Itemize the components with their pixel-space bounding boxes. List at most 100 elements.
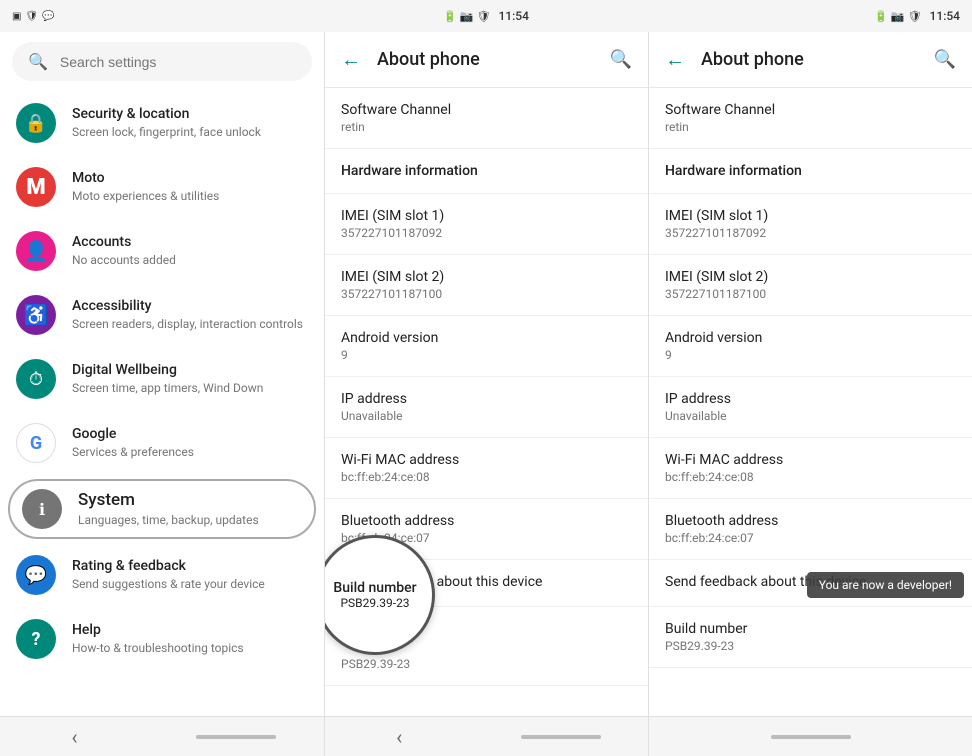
info-build-2[interactable]: Build number PSB29.39-23 xyxy=(649,607,972,668)
info-imei1-value-2: 357227101187092 xyxy=(665,226,956,240)
settings-item-security[interactable]: 🔒 Security & location Screen lock, finge… xyxy=(0,91,324,155)
info-wifi-1[interactable]: Wi-Fi MAC address bc:ff:eb:24:ce:08 xyxy=(325,438,648,499)
bottom-nav-panel-1: ‹ xyxy=(325,716,648,756)
info-android-1[interactable]: Android version 9 xyxy=(325,316,648,377)
info-software-channel-2[interactable]: Software Channel retin xyxy=(649,88,972,149)
settings-item-accounts[interactable]: 👤 Accounts No accounts added xyxy=(0,219,324,283)
moto-title: Moto xyxy=(72,169,308,187)
info-imei1-title-1: IMEI (SIM slot 1) xyxy=(341,208,632,224)
settings-item-moto[interactable]: M Moto Moto experiences & utilities xyxy=(0,155,324,219)
rating-icon: 💬 xyxy=(16,555,56,595)
info-wifi-title-2: Wi-Fi MAC address xyxy=(665,452,956,468)
info-build-value-1: PSB29.39-23 xyxy=(341,657,632,671)
panel-header-2: ← About phone 🔍 xyxy=(649,32,972,88)
moto-subtitle: Moto experiences & utilities xyxy=(72,189,308,205)
hardware-heading-1: Hardware information xyxy=(325,149,648,194)
info-ip-title-1: IP address xyxy=(341,391,632,407)
toast-developer: You are now a developer! xyxy=(807,572,964,598)
info-wifi-2[interactable]: Wi-Fi MAC address bc:ff:eb:24:ce:08 xyxy=(649,438,972,499)
info-ip-value-2: Unavailable xyxy=(665,409,956,423)
info-imei2-2[interactable]: IMEI (SIM slot 2) 357227101187100 xyxy=(649,255,972,316)
nav-back-panel-1[interactable]: ‹ xyxy=(372,721,426,753)
info-bt-title-1: Bluetooth address xyxy=(341,513,632,529)
bottom-nav-panel-2 xyxy=(649,716,972,756)
info-wifi-title-1: Wi-Fi MAC address xyxy=(341,452,632,468)
settings-item-help[interactable]: ? Help How-to & troubleshooting topics xyxy=(0,607,324,671)
status-shield-mid: 🛡 xyxy=(476,10,490,23)
status-icon-doc: ▣ xyxy=(12,11,21,22)
info-android-2[interactable]: Android version 9 xyxy=(649,316,972,377)
info-software-value-2: retin xyxy=(665,120,956,134)
about-panel-1: ← About phone 🔍 Software Channel retin H… xyxy=(325,32,649,756)
search-icon-panel-2[interactable]: 🔍 xyxy=(934,49,956,70)
info-build-value-2: PSB29.39-23 xyxy=(665,639,956,653)
search-input[interactable] xyxy=(60,54,296,70)
search-bar[interactable]: 🔍 xyxy=(12,42,312,81)
search-icon-panel-1[interactable]: 🔍 xyxy=(610,49,632,70)
status-icon-shield: 🛡 xyxy=(25,11,38,22)
info-software-value-1: retin xyxy=(341,120,632,134)
status-icons-mid: 🔋 📷 🛡 xyxy=(443,10,490,23)
system-title: System xyxy=(78,489,302,511)
info-android-title-1: Android version xyxy=(341,330,632,346)
info-bt-2[interactable]: Bluetooth address bc:ff:eb:24:ce:07 xyxy=(649,499,972,560)
info-android-title-2: Android version xyxy=(665,330,956,346)
google-subtitle: Services & preferences xyxy=(72,445,308,461)
accounts-title: Accounts xyxy=(72,233,308,251)
accounts-icon: 👤 xyxy=(16,231,56,271)
help-subtitle: How-to & troubleshooting topics xyxy=(72,641,308,657)
status-shield-right: 🛡 xyxy=(908,10,922,23)
info-send-feedback-2[interactable]: Send feedback about this device You are … xyxy=(649,560,972,607)
back-arrow-2[interactable]: ← xyxy=(665,47,685,72)
system-icon: ℹ xyxy=(22,489,62,529)
settings-item-system-wrapper: ℹ System Languages, time, backup, update… xyxy=(0,479,324,539)
panels-container: ← About phone 🔍 Software Channel retin H… xyxy=(325,32,972,756)
info-imei1-1[interactable]: IMEI (SIM slot 1) 357227101187092 xyxy=(325,194,648,255)
info-ip-2[interactable]: IP address Unavailable xyxy=(649,377,972,438)
info-software-channel-1[interactable]: Software Channel retin xyxy=(325,88,648,149)
info-imei2-title-2: IMEI (SIM slot 2) xyxy=(665,269,956,285)
settings-item-accessibility[interactable]: ♿ Accessibility Screen readers, display,… xyxy=(0,283,324,347)
info-send-feedback-1[interactable]: Send feedback about this device Build nu… xyxy=(325,560,648,607)
status-icons-right: 🔋 📷 🛡 xyxy=(874,10,921,23)
panel-content-1: Software Channel retin Hardware informat… xyxy=(325,88,648,716)
nav-back[interactable]: ‹ xyxy=(47,721,101,753)
google-icon: G xyxy=(16,423,56,463)
info-wifi-value-1: bc:ff:eb:24:ce:08 xyxy=(341,470,632,484)
settings-item-rating[interactable]: 💬 Rating & feedback Send suggestions & r… xyxy=(0,543,324,607)
status-battery-mid: 🔋 xyxy=(443,10,457,23)
info-wifi-value-2: bc:ff:eb:24:ce:08 xyxy=(665,470,956,484)
info-imei2-value-2: 357227101187100 xyxy=(665,287,956,301)
status-time-right: 11:54 xyxy=(930,9,960,23)
rating-subtitle: Send suggestions & rate your device xyxy=(72,577,308,593)
back-arrow-1[interactable]: ← xyxy=(341,47,361,72)
bottom-nav: ‹ xyxy=(0,716,324,756)
help-icon: ? xyxy=(16,619,56,659)
status-left: ▣ 🛡 💬 xyxy=(0,11,328,22)
status-center: 🔋 📷 🛡 11:54 xyxy=(328,9,644,23)
info-imei1-2[interactable]: IMEI (SIM slot 1) 357227101187092 xyxy=(649,194,972,255)
status-bar: ▣ 🛡 💬 🔋 📷 🛡 11:54 🔋 📷 🛡 11:54 xyxy=(0,0,972,32)
settings-list: 🔒 Security & location Screen lock, finge… xyxy=(0,91,324,716)
settings-item-system[interactable]: ℹ System Languages, time, backup, update… xyxy=(8,479,316,539)
info-build-title-2: Build number xyxy=(665,621,956,637)
nav-indicator-p2 xyxy=(771,735,851,739)
about-panel-2: ← About phone 🔍 Software Channel retin H… xyxy=(649,32,972,756)
build-circle-title-1: Build number xyxy=(333,580,416,596)
info-ip-1[interactable]: IP address Unavailable xyxy=(325,377,648,438)
panel-title-1: About phone xyxy=(377,49,610,70)
system-subtitle: Languages, time, backup, updates xyxy=(78,513,302,529)
info-imei2-1[interactable]: IMEI (SIM slot 2) 357227101187100 xyxy=(325,255,648,316)
info-imei2-value-1: 357227101187100 xyxy=(341,287,632,301)
rating-title: Rating & feedback xyxy=(72,557,308,575)
info-ip-title-2: IP address xyxy=(665,391,956,407)
security-title: Security & location xyxy=(72,105,308,123)
settings-item-google[interactable]: G Google Services & preferences xyxy=(0,411,324,475)
help-title: Help xyxy=(72,621,308,639)
main-content: 🔍 🔒 Security & location Screen lock, fin… xyxy=(0,32,972,756)
google-title: Google xyxy=(72,425,308,443)
panel-content-2: Software Channel retin Hardware informat… xyxy=(649,88,972,716)
settings-item-digital[interactable]: ⏱ Digital Wellbeing Screen time, app tim… xyxy=(0,347,324,411)
info-imei1-value-1: 357227101187092 xyxy=(341,226,632,240)
accessibility-subtitle: Screen readers, display, interaction con… xyxy=(72,317,308,333)
